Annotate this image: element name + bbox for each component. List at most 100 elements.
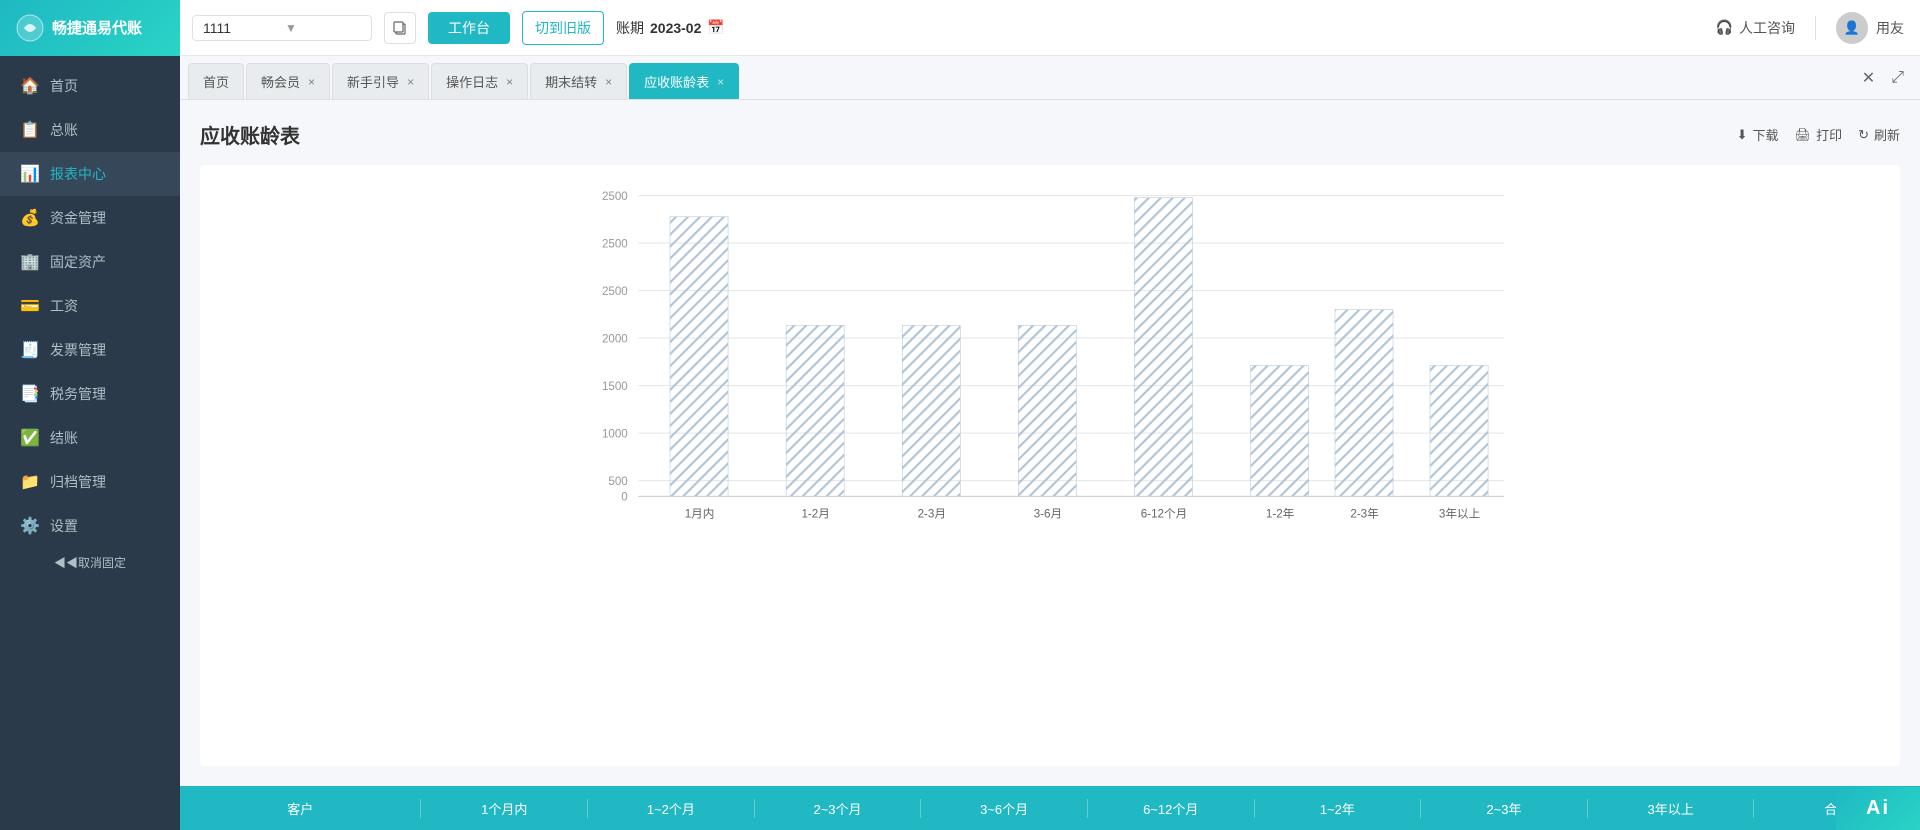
bar-chart: 2500 2500 2500 2000 1500 1000 500 0 xyxy=(220,185,1880,565)
svg-text:0: 0 xyxy=(621,491,627,504)
sidebar-label-assets: 固定资产 xyxy=(50,252,106,272)
workbench-button[interactable]: 工作台 xyxy=(428,12,510,44)
svg-text:2500: 2500 xyxy=(602,285,628,298)
switch-version-button[interactable]: 切到旧版 xyxy=(522,11,604,45)
tab-label-home: 首页 xyxy=(203,72,229,91)
tab-close-aging[interactable]: × xyxy=(717,75,724,89)
tab-label-aging: 应收账龄表 xyxy=(644,72,709,91)
svg-text:2500: 2500 xyxy=(602,237,628,250)
top-right-area: 🎧 人工咨询 👤 用友 xyxy=(1716,12,1904,44)
tab-oplog[interactable]: 操作日志 × xyxy=(431,63,528,99)
home-icon: 🏠 xyxy=(20,76,40,96)
consultant-label: 人工咨询 xyxy=(1739,18,1795,38)
refresh-label: 刷新 xyxy=(1874,125,1900,144)
period-area: 账期 2023-02 📅 xyxy=(616,18,725,38)
svg-text:500: 500 xyxy=(608,475,627,488)
page-header: 应收账龄表 ⬇ 下载 🖨 打印 ↻ 刷新 xyxy=(200,120,1900,149)
tab-guide[interactable]: 新手引导 × xyxy=(332,63,429,99)
table-header: 客户1个月内1~2个月2~3个月3~6个月6~12个月1~2年2~3年3年以上合… xyxy=(180,786,1920,830)
sidebar-item-settings[interactable]: ⚙️ 设置 xyxy=(0,504,180,548)
close-all-tabs-button[interactable]: ✕ xyxy=(1858,64,1879,92)
tab-close-oplog[interactable]: × xyxy=(506,75,513,89)
sidebar-item-invoice[interactable]: 🧾 发票管理 xyxy=(0,328,180,372)
tab-bar: 首页畅会员×新手引导×操作日志×期末结转×应收账龄表× ✕ ⤢ xyxy=(180,56,1920,100)
sidebar-label-checkout: 结账 xyxy=(50,428,78,448)
divider xyxy=(1815,16,1816,40)
tab-label-member: 畅会员 xyxy=(261,72,300,91)
sidebar-label-invoice: 发票管理 xyxy=(50,340,106,360)
svg-text:6-12个月: 6-12个月 xyxy=(1141,508,1187,521)
table-header-3~6个月: 3~6个月 xyxy=(921,799,1088,818)
sidebar-item-assets[interactable]: 🏢 固定资产 xyxy=(0,240,180,284)
tab-close-period-end[interactable]: × xyxy=(605,75,612,89)
tab-close-member[interactable]: × xyxy=(308,75,315,89)
copy-icon xyxy=(392,20,408,36)
svg-text:2500: 2500 xyxy=(602,190,628,203)
tab-home[interactable]: 首页 xyxy=(188,63,244,99)
page-title: 应收账龄表 xyxy=(200,120,300,149)
checkout-icon: ✅ xyxy=(20,428,40,448)
sidebar-item-home[interactable]: 🏠 首页 xyxy=(0,64,180,108)
user-label: 用友 xyxy=(1876,18,1904,38)
svg-text:1000: 1000 xyxy=(602,427,628,440)
tab-member[interactable]: 畅会员 × xyxy=(246,63,330,99)
logo-text: 畅捷通易代账 xyxy=(52,17,142,38)
tab-label-oplog: 操作日志 xyxy=(446,72,498,91)
sidebar-item-ledger[interactable]: 📋 总账 xyxy=(0,108,180,152)
tab-bar-right: ✕ ⤢ xyxy=(1858,64,1920,92)
chart-area: 2500 2500 2500 2000 1500 1000 500 0 xyxy=(220,185,1880,746)
table-header-2~3年: 2~3年 xyxy=(1421,799,1588,818)
calendar-icon[interactable]: 📅 xyxy=(707,19,724,36)
refresh-icon: ↻ xyxy=(1858,127,1869,143)
sidebar-label-settings: 设置 xyxy=(50,516,78,536)
company-selector[interactable]: 1111 ▼ xyxy=(192,15,372,41)
logo-icon xyxy=(16,14,44,42)
svg-text:3年以上: 3年以上 xyxy=(1439,507,1481,521)
tab-close-guide[interactable]: × xyxy=(407,75,414,89)
chevron-down-icon: ▼ xyxy=(285,21,361,35)
period-value: 2023-02 xyxy=(650,20,701,36)
sidebar-item-funds[interactable]: 💰 资金管理 xyxy=(0,196,180,240)
content-area: 首页畅会员×新手引导×操作日志×期末结转×应收账龄表× ✕ ⤢ 应收账龄表 ⬇ … xyxy=(180,56,1920,830)
company-name: 1111 xyxy=(203,20,279,36)
reports-icon: 📊 xyxy=(20,164,40,184)
consultant-button[interactable]: 🎧 人工咨询 xyxy=(1716,18,1795,38)
refresh-button[interactable]: ↻ 刷新 xyxy=(1858,125,1900,144)
cancel-fixed-button[interactable]: ◀◀取消固定 xyxy=(0,548,180,577)
tab-period-end[interactable]: 期末结转× xyxy=(530,63,627,99)
sidebar-label-home: 首页 xyxy=(50,76,78,96)
table-header-1个月内: 1个月内 xyxy=(421,799,588,818)
top-bar: 畅捷通易代账 1111 ▼ 工作台 切到旧版 账期 2023-02 📅 🎧 人工… xyxy=(0,0,1920,56)
sidebar-item-tax[interactable]: 📑 税务管理 xyxy=(0,372,180,416)
sidebar-item-salary[interactable]: 💳 工资 xyxy=(0,284,180,328)
sidebar-label-salary: 工资 xyxy=(50,296,78,316)
svg-text:1-2年: 1-2年 xyxy=(1266,507,1295,521)
table-header-3年以上: 3年以上 xyxy=(1588,799,1755,818)
svg-text:2-3月: 2-3月 xyxy=(918,508,946,521)
tab-label-guide: 新手引导 xyxy=(347,72,399,91)
logo-area: 畅捷通易代账 xyxy=(0,0,180,56)
ledger-icon: 📋 xyxy=(20,120,40,140)
salary-icon: 💳 xyxy=(20,296,40,316)
table-header-6~12个月: 6~12个月 xyxy=(1088,799,1255,818)
sidebar-label-tax: 税务管理 xyxy=(50,384,106,404)
svg-text:2-3年: 2-3年 xyxy=(1350,507,1379,521)
copy-button[interactable] xyxy=(384,12,416,44)
download-button[interactable]: ⬇ 下载 xyxy=(1737,125,1779,144)
download-label: 下载 xyxy=(1753,125,1779,144)
sidebar-item-reports[interactable]: 📊 报表中心 xyxy=(0,152,180,196)
assets-icon: 🏢 xyxy=(20,252,40,272)
sidebar-item-checkout[interactable]: ✅ 结账 xyxy=(0,416,180,460)
sidebar-item-archive[interactable]: 📁 归档管理 xyxy=(0,460,180,504)
svg-text:1500: 1500 xyxy=(602,380,628,393)
print-button[interactable]: 🖨 打印 xyxy=(1795,125,1843,144)
tab-aging[interactable]: 应收账龄表 × xyxy=(629,63,739,99)
cancel-fixed-label: ◀◀取消固定 xyxy=(54,554,126,571)
user-area[interactable]: 👤 用友 xyxy=(1836,12,1904,44)
expand-tab-button[interactable]: ⤢ xyxy=(1887,65,1908,91)
table-header-客户: 客户 xyxy=(180,799,421,818)
table-header-2~3个月: 2~3个月 xyxy=(755,799,922,818)
sidebar-label-ledger: 总账 xyxy=(50,120,78,140)
main-layout: 🏠 首页 📋 总账 📊 报表中心 💰 资金管理 🏢 固定资产 💳 工资 🧾 发票… xyxy=(0,56,1920,830)
ai-badge[interactable]: Ai xyxy=(1836,787,1920,830)
